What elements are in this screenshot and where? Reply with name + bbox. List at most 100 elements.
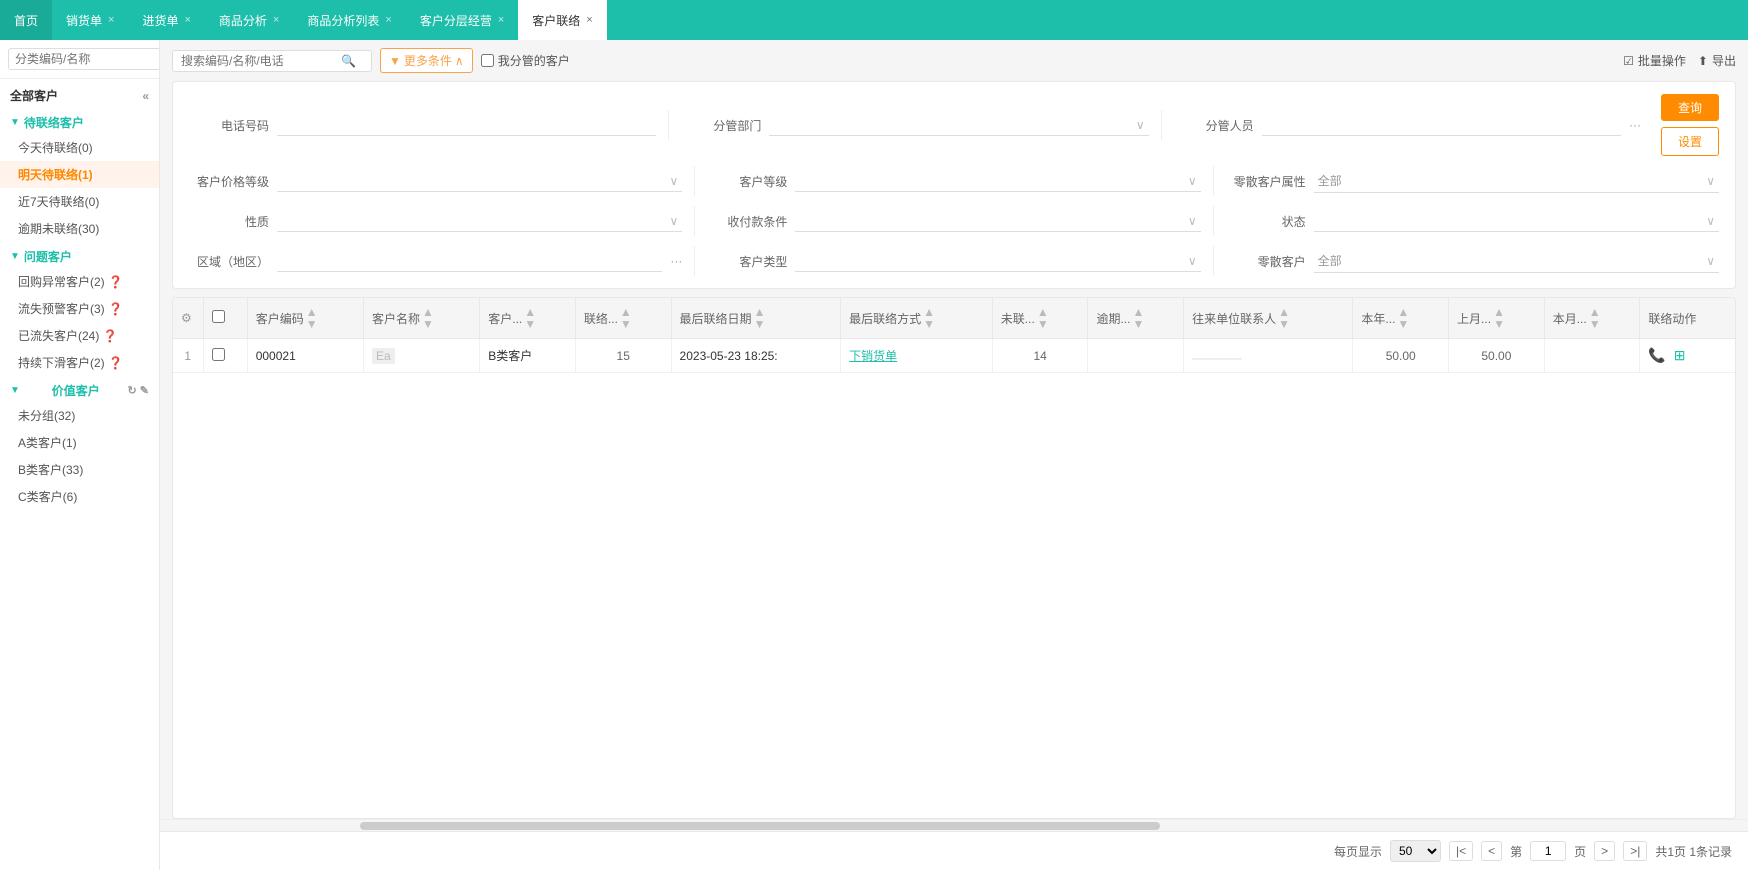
col-name: 客户名称 ▲▼ bbox=[363, 298, 479, 339]
name-sort-icon[interactable]: ▲▼ bbox=[422, 306, 434, 330]
filter-region-more-icon[interactable]: ··· bbox=[670, 254, 682, 268]
col-this-month: 本月... ▲▼ bbox=[1544, 298, 1640, 339]
filter-payment-arrow-icon: ∨ bbox=[1188, 214, 1197, 228]
row-checkbox-cell bbox=[203, 339, 247, 373]
filter-region: 区域（地区） ··· bbox=[189, 251, 682, 272]
last-month-sort-icon[interactable]: ▲▼ bbox=[1493, 306, 1505, 330]
page-input[interactable] bbox=[1530, 841, 1566, 861]
nav-sales[interactable]: 销货单 × bbox=[52, 0, 128, 40]
action-more-icon[interactable]: ⊞ bbox=[1674, 347, 1686, 364]
filter-manager-more-icon[interactable]: ··· bbox=[1629, 118, 1641, 132]
sidebar-item-declining[interactable]: 持续下滑客户(2) ❓ bbox=[0, 349, 159, 376]
search-input[interactable] bbox=[181, 54, 341, 68]
filter-payment: 收付款条件 ∨ bbox=[707, 211, 1200, 232]
filter-status-select[interactable]: ∨ bbox=[1314, 211, 1719, 232]
sidebar-group-pending[interactable]: 待联络客户 bbox=[0, 108, 159, 134]
sidebar-group-problem[interactable]: 问题客户 bbox=[0, 242, 159, 268]
row-last-month: 50.00 bbox=[1449, 339, 1545, 373]
query-button[interactable]: 查询 bbox=[1661, 94, 1719, 121]
sidebar-item-c-class[interactable]: C类客户(6) bbox=[0, 483, 159, 510]
sidebar-search-input[interactable] bbox=[8, 48, 160, 70]
filter-phone-input[interactable] bbox=[277, 115, 656, 136]
top-navigation: 首页 销货单 × 进货单 × 商品分析 × 商品分析列表 × 客户分层经营 × … bbox=[0, 0, 1748, 40]
col-contact-count: 联络... ▲▼ bbox=[575, 298, 671, 339]
close-sales-icon[interactable]: × bbox=[108, 14, 114, 26]
page-size-select[interactable]: 50 100 200 bbox=[1390, 840, 1441, 862]
sidebar-search-area: 🔍 bbox=[0, 40, 159, 79]
filter-manager-input[interactable] bbox=[1262, 115, 1621, 136]
last-page-button[interactable]: >| bbox=[1623, 841, 1647, 861]
last-date-sort-icon[interactable]: ▲▼ bbox=[754, 306, 766, 330]
action-phone-icon[interactable]: 📞 bbox=[1648, 347, 1665, 364]
prev-page-button[interactable]: < bbox=[1481, 841, 1502, 861]
sidebar-item-7days-contact[interactable]: 近7天待联络(0) bbox=[0, 188, 159, 215]
nav-product-analysis[interactable]: 商品分析 × bbox=[205, 0, 293, 40]
filter-dept-select[interactable]: ∨ bbox=[769, 115, 1148, 136]
filter-scatter-customer-select[interactable]: 全部 ∨ bbox=[1314, 249, 1719, 273]
nav-customer-contact[interactable]: 客户联络 × bbox=[518, 0, 606, 40]
next-page-button[interactable]: > bbox=[1594, 841, 1615, 861]
nav-home[interactable]: 首页 bbox=[0, 0, 52, 40]
sidebar-item-churned[interactable]: 已流失客户(24) ❓ bbox=[0, 322, 159, 349]
export-icon: ⬆ bbox=[1698, 54, 1708, 68]
close-product-analysis-list-icon[interactable]: × bbox=[385, 14, 391, 26]
batch-icon: ☑ bbox=[1623, 54, 1634, 68]
filter-customer-type-select[interactable]: ∨ bbox=[795, 251, 1200, 272]
type-sort-icon[interactable]: ▲▼ bbox=[524, 306, 536, 330]
row-this-month bbox=[1544, 339, 1640, 373]
more-filter-button[interactable]: ▼ 更多条件 ∧ bbox=[380, 48, 473, 73]
filter-nature-select[interactable]: ∨ bbox=[277, 211, 682, 232]
sidebar-item-a-class[interactable]: A类客户(1) bbox=[0, 429, 159, 456]
code-sort-icon[interactable]: ▲▼ bbox=[306, 306, 318, 330]
contact-count-sort-icon[interactable]: ▲▼ bbox=[620, 306, 632, 330]
filter-dept-label: 分管部门 bbox=[681, 117, 761, 134]
no-contact-sort-icon[interactable]: ▲▼ bbox=[1037, 306, 1049, 330]
first-page-button[interactable]: |< bbox=[1449, 841, 1473, 861]
this-year-sort-icon[interactable]: ▲▼ bbox=[1397, 306, 1409, 330]
gear-icon[interactable]: ⚙ bbox=[181, 311, 192, 325]
sidebar-item-ungrouped[interactable]: 未分组(32) bbox=[0, 402, 159, 429]
my-customer-checkbox[interactable] bbox=[481, 54, 494, 67]
nav-customer-tier[interactable]: 客户分层经营 × bbox=[406, 0, 518, 40]
row-this-year: 50.00 bbox=[1353, 339, 1449, 373]
last-contact-method-link[interactable]: 下销货单 bbox=[849, 349, 897, 363]
batch-operation-button[interactable]: ☑ 批量操作 bbox=[1623, 52, 1686, 69]
nav-product-analysis-list[interactable]: 商品分析列表 × bbox=[293, 0, 405, 40]
export-button[interactable]: ⬆ 导出 bbox=[1698, 52, 1736, 69]
scrollbar-thumb[interactable] bbox=[360, 822, 1160, 830]
filter-region-input[interactable] bbox=[277, 251, 662, 272]
sidebar-item-churn-warning[interactable]: 流失预警客户(3) ❓ bbox=[0, 295, 159, 322]
search-icon[interactable]: 🔍 bbox=[341, 54, 356, 68]
toolbar-right: ☑ 批量操作 ⬆ 导出 bbox=[1623, 52, 1736, 69]
filter-payment-select[interactable]: ∨ bbox=[795, 211, 1200, 232]
horizontal-scrollbar[interactable] bbox=[160, 819, 1748, 831]
filter-scatter-customer: 零散客户 全部 ∨ bbox=[1226, 249, 1719, 273]
overdue-sort-icon[interactable]: ▲▼ bbox=[1132, 306, 1144, 330]
close-product-analysis-icon[interactable]: × bbox=[273, 14, 279, 26]
row-last-method: 下销货单 bbox=[841, 339, 993, 373]
filter-price-level-select[interactable]: ∨ bbox=[277, 171, 682, 192]
sidebar-collapse-icon[interactable]: « bbox=[142, 89, 149, 103]
close-customer-contact-icon[interactable]: × bbox=[586, 14, 592, 26]
sidebar-item-repurchase-abnormal[interactable]: 回购异常客户(2) ❓ bbox=[0, 268, 159, 295]
nav-purchase[interactable]: 进货单 × bbox=[128, 0, 204, 40]
row-no-contact: 14 bbox=[992, 339, 1088, 373]
sidebar-group-value[interactable]: 价值客户 ↻ ✎ bbox=[0, 376, 159, 402]
sidebar-all-customers[interactable]: 全部客户 « bbox=[0, 79, 159, 108]
filter-customer-level-select[interactable]: ∨ bbox=[795, 171, 1200, 192]
filter-price-level-arrow-icon: ∨ bbox=[670, 174, 679, 188]
this-month-sort-icon[interactable]: ▲▼ bbox=[1589, 306, 1601, 330]
select-all-checkbox[interactable] bbox=[212, 310, 225, 323]
sidebar-item-tomorrow-contact[interactable]: 明天待联络(1) bbox=[0, 161, 159, 188]
filter-manager: 分管人员 ··· bbox=[1174, 115, 1641, 136]
sidebar-item-overdue-contact[interactable]: 逾期未联络(30) bbox=[0, 215, 159, 242]
sidebar-item-b-class[interactable]: B类客户(33) bbox=[0, 456, 159, 483]
settings-button[interactable]: 设置 bbox=[1661, 127, 1719, 156]
sidebar-item-today-contact[interactable]: 今天待联络(0) bbox=[0, 134, 159, 161]
close-customer-tier-icon[interactable]: × bbox=[498, 14, 504, 26]
contact-person-sort-icon[interactable]: ▲▼ bbox=[1278, 306, 1290, 330]
row-checkbox[interactable] bbox=[212, 348, 225, 361]
filter-scatter-attr-select[interactable]: 全部 ∨ bbox=[1314, 169, 1719, 193]
last-method-sort-icon[interactable]: ▲▼ bbox=[923, 306, 935, 330]
close-purchase-icon[interactable]: × bbox=[184, 14, 190, 26]
